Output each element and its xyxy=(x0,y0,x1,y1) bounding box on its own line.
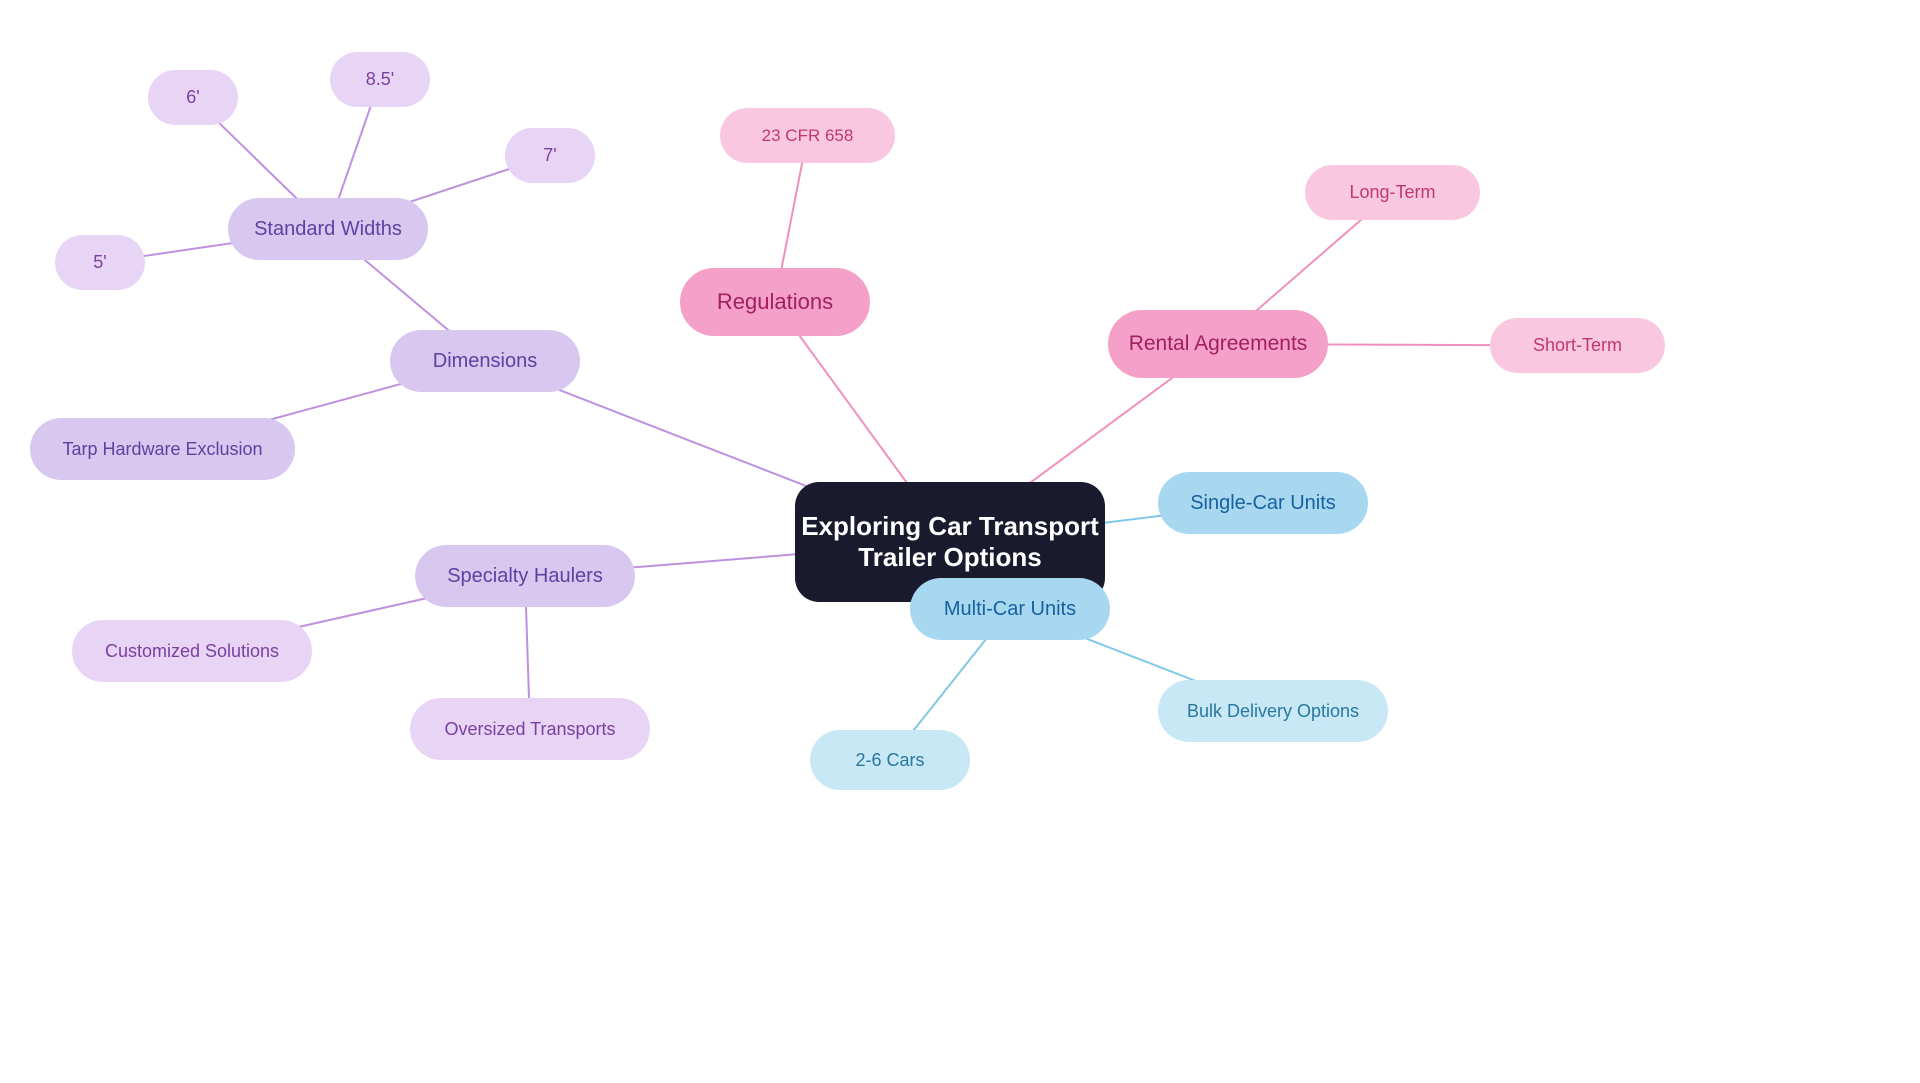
node-regulations: Regulations xyxy=(680,268,870,336)
node-dimensions: Dimensions xyxy=(390,330,580,392)
node-cfr658: 23 CFR 658 xyxy=(720,108,895,163)
node-single-car: Single-Car Units xyxy=(1158,472,1368,534)
node-specialty-haulers: Specialty Haulers xyxy=(415,545,635,607)
node-6ft: 6' xyxy=(148,70,238,125)
node-5ft: 5' xyxy=(55,235,145,290)
node-customized-solutions: Customized Solutions xyxy=(72,620,312,682)
node-long-term: Long-Term xyxy=(1305,165,1480,220)
node-standard-widths: Standard Widths xyxy=(228,198,428,260)
node-oversized-transports: Oversized Transports xyxy=(410,698,650,760)
node-short-term: Short-Term xyxy=(1490,318,1665,373)
node-multi-car: Multi-Car Units xyxy=(910,578,1110,640)
node-85ft: 8.5' xyxy=(330,52,430,107)
node-rental-agreements: Rental Agreements xyxy=(1108,310,1328,378)
center-label: Exploring Car Transport Trailer Options xyxy=(795,511,1105,573)
node-2-6-cars: 2-6 Cars xyxy=(810,730,970,790)
node-7ft: 7' xyxy=(505,128,595,183)
node-tarp-hardware: Tarp Hardware Exclusion xyxy=(30,418,295,480)
node-bulk-delivery: Bulk Delivery Options xyxy=(1158,680,1388,742)
